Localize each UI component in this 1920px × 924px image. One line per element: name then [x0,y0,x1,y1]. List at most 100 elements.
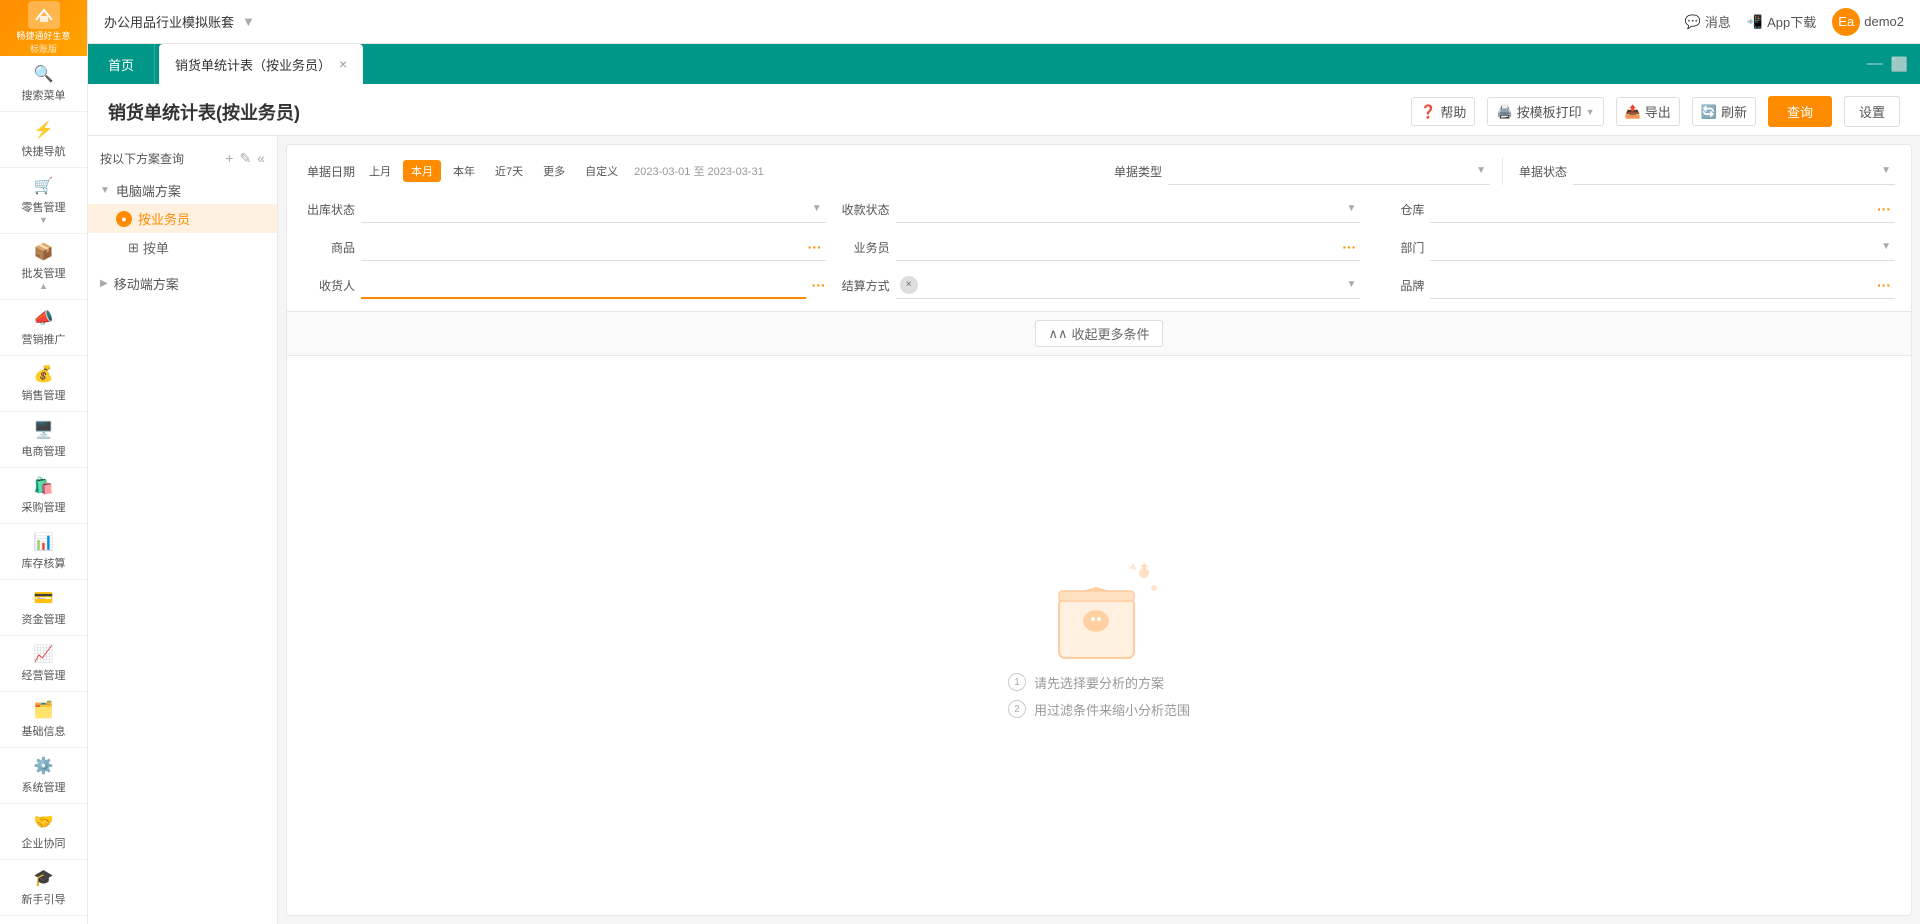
quicknav-icon: ⚡ [34,120,54,140]
outstatus-select[interactable]: ▼ [361,195,826,223]
consignee-dots[interactable]: ··· [812,277,826,293]
svg-text:✦: ✦ [1139,559,1150,574]
collapse-up-icon: ∧∧ [1048,326,1067,342]
product-dots[interactable]: ··· [808,239,822,255]
print-btn[interactable]: 🖨️ 按模板打印 ▼ [1487,97,1603,126]
date-btn-7days[interactable]: 近7天 [487,160,531,182]
settlement-clear-btn[interactable]: × [900,276,918,294]
empty-tip-2: 2 用过滤条件来缩小分析范围 [1008,700,1190,719]
sidebar-quicknav-label: 快捷导航 [22,143,66,159]
docstatus-dropdown-icon: ▼ [1881,165,1891,176]
doctype-dropdown-icon: ▼ [1476,165,1486,176]
page-actions: ❓ 帮助 🖨️ 按模板打印 ▼ 📤 导出 🔄 刷新 查询 设置 [1411,96,1900,127]
department-select[interactable]: ▼ [1430,233,1895,261]
brand-dots[interactable]: ··· [1877,277,1891,293]
app-logo: 畅捷通好生意 标账版 [0,0,88,56]
doctype-select[interactable]: ▼ [1168,157,1490,185]
tip-text-1: 请先选择要分析的方案 [1034,673,1164,692]
pc-group-label: 电脑端方案 [116,181,265,200]
tab-maximize-icon[interactable]: ⬜ [1891,56,1908,73]
warehouse-label: 仓库 [1372,201,1424,218]
scheme-panel: 按以下方案查询 + ✎ « ▼ 电脑端方案 ● 按业务员 [88,136,278,924]
logo-label: 畅捷通好生意 [16,31,70,43]
tab-home[interactable]: 首页 [88,44,155,84]
page-title: 销货单统计表(按业务员) [108,99,300,125]
sidebar-item-newbie[interactable]: 🎓 新手引导 [0,860,88,916]
company-dropdown-icon[interactable]: ▼ [242,14,255,29]
sidebar-marketing-label: 营销推广 [22,331,66,347]
filter-field-warehouse: 仓库 ··· [1372,195,1895,223]
logo-icon [28,1,60,29]
sidebar-item-ecommerce[interactable]: 🖥️ 电商管理 [0,412,88,468]
receivestatus-label: 收款状态 [838,201,890,218]
header-right: 💬 消息 📲 App下载 Ea demo2 [1685,8,1904,36]
salesperson-select[interactable]: ··· [896,233,1361,261]
outstatus-label: 出库状态 [303,201,355,218]
date-btn-this-month[interactable]: 本月 [403,160,441,182]
brand-select[interactable]: ··· [1430,271,1895,299]
filter-field-brand: 品牌 ··· [1372,271,1895,299]
settings-btn[interactable]: 设置 [1844,96,1900,127]
collapse-btn[interactable]: ∧∧ 收起更多条件 [1035,320,1162,347]
tab-minimize-icon[interactable]: — [1867,55,1883,73]
help-btn[interactable]: ❓ 帮助 [1411,97,1475,126]
company-selector[interactable]: 办公用品行业模拟账套 [104,12,234,31]
scheme-item-by-salesperson[interactable]: ● 按业务员 [88,204,277,233]
sidebar-item-purchase[interactable]: 🛍️ 采购管理 [0,468,88,524]
date-filter-group: 上月 本月 本年 近7天 更多 自定义 2023-03-01 至 2023-03… [361,160,1098,182]
sidebar-retail-label: 零售管理 [22,199,66,215]
sidebar-item-wholesale[interactable]: 📦 批发管理 ▲ [0,234,88,300]
scheme-add-icon[interactable]: + [225,150,233,167]
sidebar-item-appcenter[interactable]: 📱 应用中心 [0,916,88,924]
product-select[interactable]: ··· [361,233,826,261]
app-download-btn[interactable]: 📲 App下载 [1747,12,1816,31]
sidebar-item-retail[interactable]: 🛒 零售管理 ▼ [0,168,88,234]
avatar: Ea [1832,8,1860,36]
date-btn-this-year[interactable]: 本年 [445,160,483,182]
header-left: 办公用品行业模拟账套 ▼ [104,12,255,31]
empty-tip-1: 1 请先选择要分析的方案 [1008,673,1190,692]
consignee-label: 收货人 [303,277,355,294]
export-btn[interactable]: 📤 导出 [1616,97,1680,126]
sidebar-item-system[interactable]: ⚙️ 系统管理 [0,748,88,804]
sidebar-item-operations[interactable]: 📈 经营管理 [0,636,88,692]
sidebar-finance-label: 资金管理 [22,611,66,627]
sidebar-item-marketing[interactable]: 📣 营销推广 [0,300,88,356]
sidebar-item-inventory[interactable]: 📊 库存核算 [0,524,88,580]
sidebar-item-sales[interactable]: 💰 销售管理 [0,356,88,412]
warehouse-select[interactable]: ··· [1430,195,1895,223]
settlement-select[interactable]: × ▼ [896,271,1361,299]
refresh-btn[interactable]: 🔄 刷新 [1692,97,1756,126]
refresh-icon: 🔄 [1701,104,1717,120]
salesperson-dots[interactable]: ··· [1342,239,1356,255]
tab-salereport[interactable]: 销货单统计表（按业务员） × [159,44,363,84]
user-profile[interactable]: Ea demo2 [1832,8,1904,36]
tab-close-icon[interactable]: × [339,57,347,71]
date-btn-custom[interactable]: 自定义 [577,160,626,182]
sidebar-item-basic[interactable]: 🗂️ 基础信息 [0,692,88,748]
sidebar-item-finance[interactable]: 💳 资金管理 [0,580,88,636]
sidebar-item-enterprise[interactable]: 🤝 企业协同 [0,804,88,860]
receivestatus-select[interactable]: ▼ [896,195,1361,223]
sidebar-search-label: 搜索菜单 [22,87,66,103]
scheme-group-mobile-header[interactable]: ▶ 移动端方案 [88,270,277,297]
sidebar-system-label: 系统管理 [22,779,66,795]
sidebar-item-quicknav[interactable]: ⚡ 快捷导航 [0,112,88,168]
docstatus-select[interactable]: ▼ [1573,157,1895,185]
warehouse-dots[interactable]: ··· [1877,201,1891,217]
date-btn-more[interactable]: 更多 [535,160,573,182]
active-scheme-dot: ● [116,211,132,227]
filter-field-product: 商品 ··· [303,233,826,261]
date-btn-last-month[interactable]: 上月 [361,160,399,182]
scheme-item-by-order[interactable]: ⊞ 按单 [88,233,277,262]
filter-results: 单据日期 上月 本月 本年 近7天 更多 自定义 2023-03-01 至 20… [286,144,1912,916]
query-btn[interactable]: 查询 [1768,96,1832,127]
sales-icon: 💰 [34,364,54,384]
sidebar-sales-label: 销售管理 [22,387,66,403]
scheme-collapse-icon[interactable]: « [257,150,265,167]
message-btn[interactable]: 💬 消息 [1685,12,1731,31]
scheme-edit-icon[interactable]: ✎ [239,150,251,167]
sidebar-item-search[interactable]: 🔍 搜索菜单 [0,56,88,112]
consignee-input[interactable] [361,271,806,299]
scheme-group-pc-header[interactable]: ▼ 电脑端方案 [88,177,277,204]
